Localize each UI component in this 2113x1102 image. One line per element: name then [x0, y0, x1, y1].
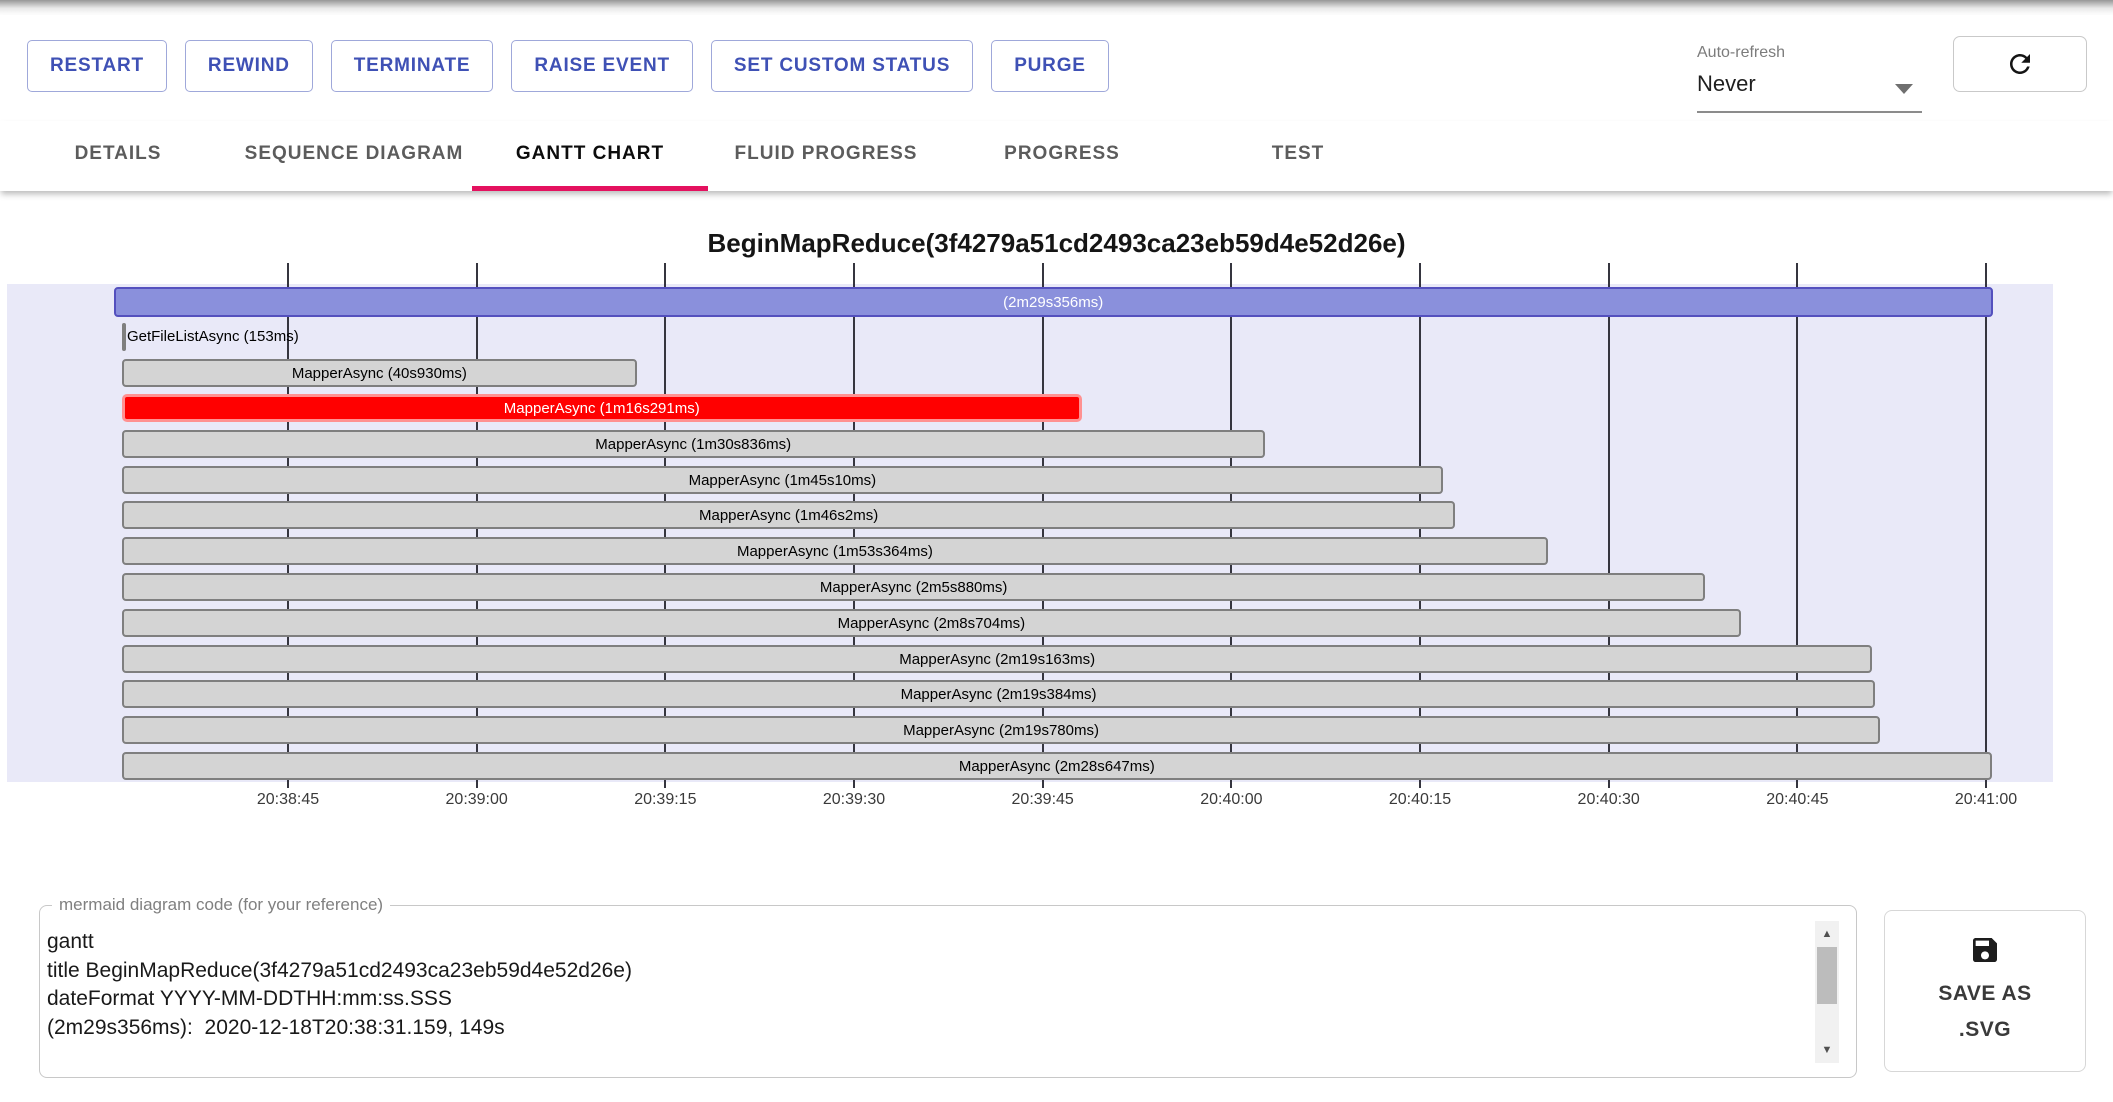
tab-sequence-diagram[interactable]: SEQUENCE DIAGRAM — [236, 121, 472, 191]
gantt-bar: MapperAsync (40s930ms) — [121, 359, 637, 387]
gantt-bar-label: MapperAsync (40s930ms) — [291, 364, 467, 382]
gantt-bar-label: MapperAsync (2m19s163ms) — [899, 650, 1096, 668]
chart-title: BeginMapReduce(3f4279a51cd2493ca23eb59d4… — [707, 228, 1406, 258]
auto-refresh-select[interactable]: Never — [1697, 67, 1922, 113]
gantt-bar: MapperAsync (1m53s364ms) — [121, 537, 1548, 565]
grid-line — [1607, 263, 1610, 788]
gantt-bar-label: MapperAsync (1m16s291ms) — [503, 399, 700, 417]
page: RESTART REWIND TERMINATE RAISE EVENT SET CUS… — [0, 0, 2113, 1102]
refresh-icon — [2005, 49, 2035, 79]
gantt-bar — [121, 323, 126, 351]
gantt-bar-label: MapperAsync (1m53s364ms) — [736, 542, 933, 560]
mermaid-panel-legend: mermaid diagram code (for your reference… — [52, 895, 391, 915]
toolbar-button-row: RESTART REWIND TERMINATE RAISE EVENT SET CUS… — [27, 40, 1109, 92]
auto-refresh-label: Auto-refresh — [1697, 44, 1786, 61]
gantt-bar: MapperAsync (1m30s836ms) — [121, 430, 1265, 458]
gantt-bar: MapperAsync (1m16s291ms) — [121, 394, 1082, 422]
toolbar: RESTART REWIND TERMINATE RAISE EVENT SET CUS… — [0, 15, 2113, 121]
tab-gantt-chart[interactable]: GANTT CHART — [472, 121, 708, 191]
axis-tick-label: 20:40:45 — [1766, 791, 1829, 808]
gantt-bar: MapperAsync (2m8s704ms) — [121, 609, 1741, 637]
tab-details[interactable]: DETAILS — [0, 121, 236, 191]
axis-tick-label: 20:39:45 — [1011, 791, 1074, 808]
gantt-bar-label: (2m29s356ms) — [1003, 293, 1104, 311]
toolbar-button-terminate[interactable]: TERMINATE — [330, 40, 494, 92]
scrollbar[interactable]: ▲ ▼ — [1815, 921, 1839, 1063]
gantt-bar-label: MapperAsync (2m28s647ms) — [958, 757, 1155, 775]
tab-fluid-progress[interactable]: FLUID PROGRESS — [708, 121, 944, 191]
gantt-bar: MapperAsync (2m19s163ms) — [121, 645, 1873, 673]
gantt-bar-label: MapperAsync (1m30s836ms) — [595, 435, 792, 453]
scrollbar-thumb[interactable] — [1817, 947, 1837, 1004]
gantt-section-bar: (2m29s356ms) — [113, 287, 1993, 317]
axis-tick-label: 20:39:30 — [822, 791, 886, 808]
gantt-bar-label: MapperAsync (1m45s10ms) — [688, 471, 877, 489]
scrollbar-up-button[interactable]: ▲ — [1815, 921, 1839, 947]
axis-tick-label: 20:41:00 — [1954, 791, 2018, 808]
tab-test[interactable]: TEST — [1180, 121, 1416, 191]
gantt-bar: MapperAsync (2m19s384ms) — [121, 680, 1876, 708]
gantt-bar: MapperAsync (2m5s880ms) — [121, 573, 1706, 601]
toolbar-button-purge[interactable]: PURGE — [991, 40, 1109, 92]
tab-progress[interactable]: PROGRESS — [944, 121, 1180, 191]
arrow-down-icon: ▼ — [1821, 1044, 1833, 1056]
auto-refresh-value: Never — [1697, 71, 1756, 96]
gantt-bar-label: MapperAsync (2m8s704ms) — [837, 614, 1026, 632]
refresh-button[interactable] — [1953, 36, 2087, 92]
select-underline — [1697, 111, 1922, 113]
save-icon — [1969, 934, 2001, 966]
axis-tick-label: 20:40:15 — [1388, 791, 1452, 808]
gantt-bar: MapperAsync (2m28s647ms) — [121, 752, 1992, 780]
chevron-down-icon — [1895, 84, 1913, 94]
gantt-bar-label: MapperAsync (2m19s384ms) — [900, 685, 1097, 703]
gantt-bar: MapperAsync (2m19s780ms) — [121, 716, 1881, 744]
grid-line — [1985, 263, 1988, 788]
axis-tick-label: 20:40:00 — [1200, 791, 1263, 808]
gantt-bar: MapperAsync (1m46s2ms) — [121, 501, 1456, 529]
toolbar-button-restart[interactable]: RESTART — [27, 40, 167, 92]
mermaid-code-panel: mermaid diagram code (for your reference… — [39, 895, 1857, 1078]
save-button-label: SAVE AS .SVG — [1938, 982, 2032, 1041]
axis-tick-label: 20:40:30 — [1577, 791, 1640, 808]
save-svg-button[interactable]: SAVE AS .SVG — [1884, 910, 2086, 1072]
axis-tick-label: 20:39:00 — [445, 791, 508, 808]
gantt-bar: MapperAsync (1m45s10ms) — [121, 466, 1443, 494]
arrow-up-icon: ▲ — [1821, 928, 1833, 940]
tab-bar: DETAILS SEQUENCE DIAGRAM GANTT CHART FLUID … — [0, 121, 2113, 191]
toolbar-button-set-custom-status[interactable]: SET CUSTOM STATUS — [710, 40, 974, 92]
gantt-task-label: GetFileListAsync (153ms) — [126, 328, 299, 345]
appbar-shadow — [0, 0, 2113, 15]
grid-line — [1796, 263, 1799, 788]
axis-tick-label: 20:38:45 — [256, 791, 320, 808]
gantt-bar-label: MapperAsync (1m46s2ms) — [698, 506, 879, 524]
toolbar-button-rewind[interactable]: REWIND — [184, 40, 313, 92]
toolbar-button-raise-event[interactable]: RAISE EVENT — [511, 40, 693, 92]
gantt-bar-label: MapperAsync (2m5s880ms) — [819, 578, 1008, 596]
mermaid-code-text[interactable]: gantt title BeginMapReduce(3f4279a51cd24… — [47, 928, 1807, 1063]
scrollbar-down-button[interactable]: ▼ — [1815, 1037, 1839, 1063]
axis-tick-label: 20:39:15 — [634, 791, 697, 808]
gantt-bar-label: MapperAsync (2m19s780ms) — [903, 721, 1099, 739]
